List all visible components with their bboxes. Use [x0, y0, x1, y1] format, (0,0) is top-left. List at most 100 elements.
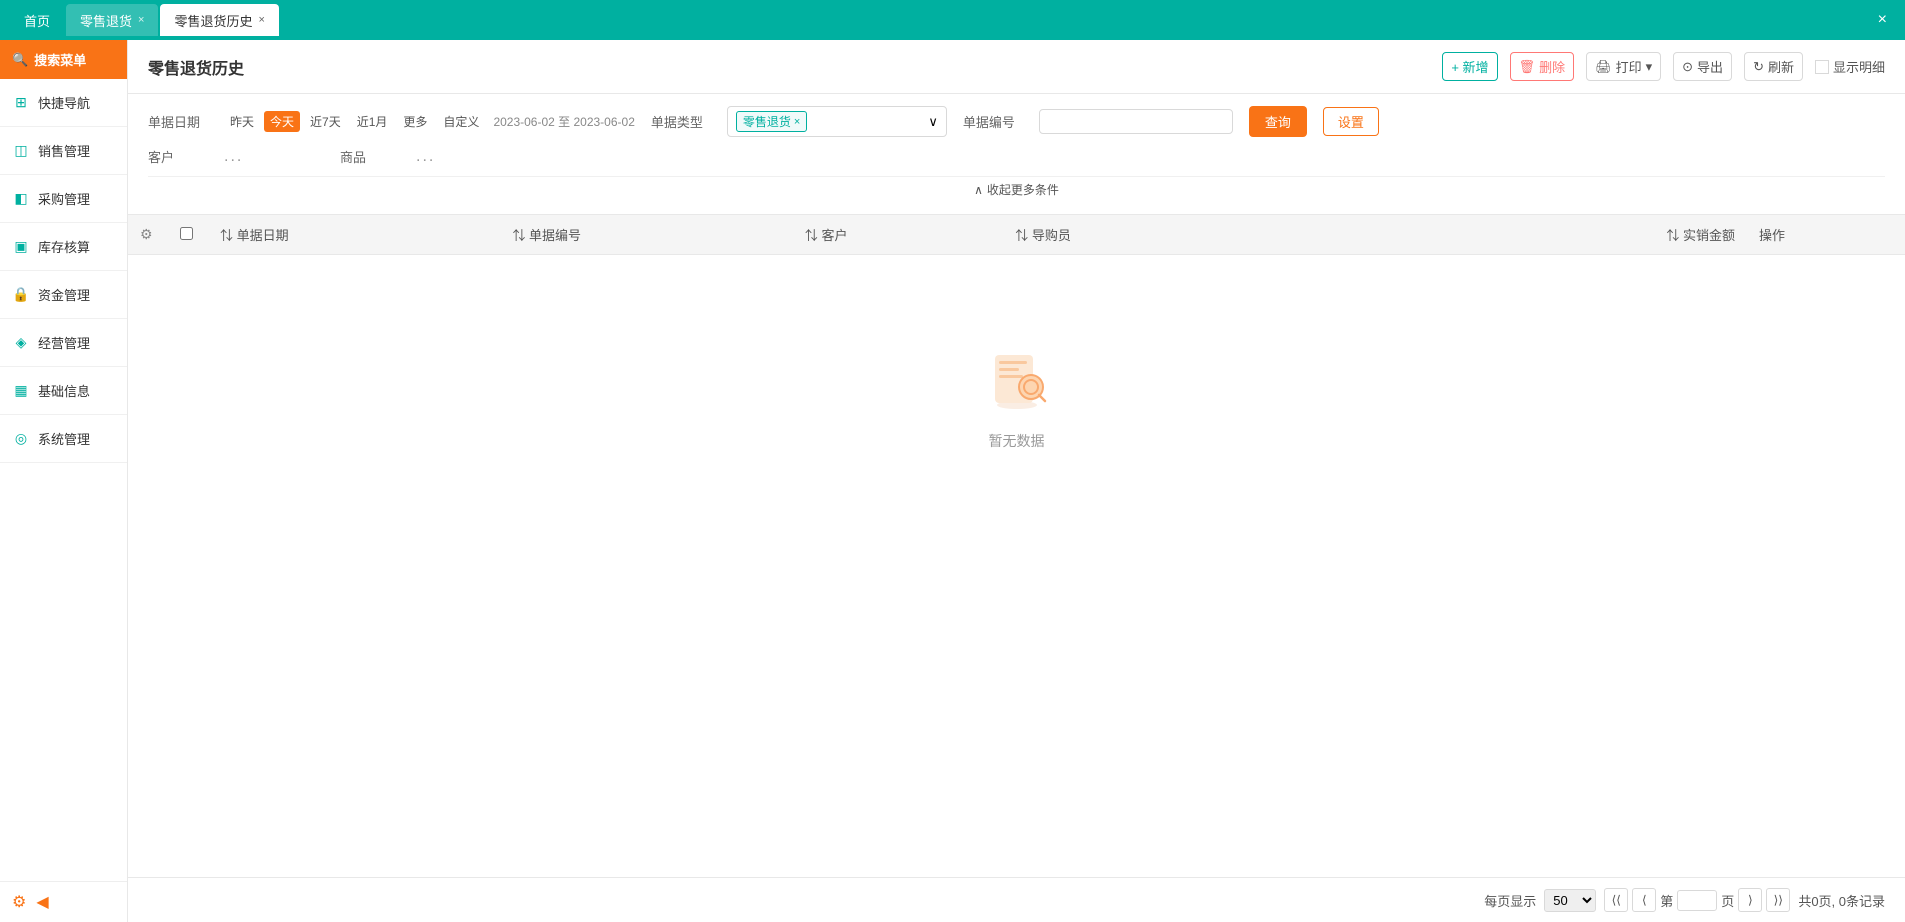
date-btn-yesterday[interactable]: 昨天 [224, 111, 260, 132]
top-bar: 首页 零售退货 × 零售退货历史 × × [0, 0, 1905, 40]
doc-num-input[interactable] [1039, 109, 1233, 134]
th-guide-label: ⇅ 导购员 [1015, 228, 1071, 243]
th-date-label: ⇅ 单据日期 [220, 228, 289, 243]
sidebar-item-basic-info-label: 基础信息 [38, 381, 90, 400]
sidebar-search[interactable]: 🔍 搜索菜单 [0, 40, 127, 79]
print-dropdown-icon: ▾ [1646, 59, 1653, 75]
tab-home-label: 首页 [24, 11, 50, 30]
sidebar-item-operations[interactable]: ◈ 经营管理 [0, 319, 127, 367]
per-page-select[interactable]: 50 10 20 100 [1544, 889, 1596, 912]
th-customer-label: ⇅ 客户 [805, 228, 848, 243]
total-info: 共0页, 0条记录 [1798, 891, 1885, 910]
sidebar-item-quick-nav[interactable]: ⊞ 快捷导航 [0, 79, 127, 127]
sidebar-item-purchase-mgmt-label: 采购管理 [38, 189, 90, 208]
prev-page-btn[interactable]: ⟨ [1632, 888, 1656, 912]
type-select[interactable]: 零售退货 × ∨ [727, 106, 947, 137]
print-button[interactable]: 🖨 打印 ▾ [1586, 52, 1661, 81]
print-icon: 🖨 [1595, 59, 1612, 75]
show-detail-toggle[interactable]: 显示明细 [1815, 57, 1885, 76]
new-button[interactable]: + 新增 [1442, 52, 1497, 81]
date-btn-7days[interactable]: 近7天 [304, 111, 347, 132]
tab-home[interactable]: 首页 [10, 4, 64, 36]
collapse-bar[interactable]: ∧ 收起更多条件 [148, 176, 1885, 202]
first-page-btn[interactable]: ⟨⟨ [1604, 888, 1628, 912]
export-button[interactable]: ⊙ 导出 [1673, 52, 1732, 81]
th-customer[interactable]: ⇅ 客户 [793, 215, 1003, 255]
tab-retail-return[interactable]: 零售退货 × [66, 4, 158, 36]
th-guide[interactable]: ⇅ 导购员 [1003, 215, 1254, 255]
delete-button[interactable]: 🗑 删除 [1510, 52, 1575, 81]
date-btn-1month[interactable]: 近1月 [351, 111, 394, 132]
refresh-button[interactable]: ↻ 刷新 [1744, 52, 1803, 81]
sidebar-item-system-mgmt[interactable]: ◎ 系统管理 [0, 415, 127, 463]
table-settings-btn[interactable]: ⚙ [140, 226, 153, 243]
search-icon: 🔍 [12, 52, 28, 68]
table-body: 暂无数据 [128, 255, 1905, 532]
tab-retail-return-history-label: 零售退货历史 [174, 11, 252, 30]
customer-input[interactable]: ... [224, 148, 324, 166]
show-detail-checkbox[interactable] [1815, 60, 1829, 74]
th-doc-num-label: ⇅ 单据编号 [512, 228, 581, 243]
th-action: 操作 [1747, 215, 1905, 255]
basic-info-icon: ▦ [12, 382, 30, 400]
table-area: ⚙ ⇅ 单据日期 ⇅ 单据编号 ⇅ 客户 [128, 215, 1905, 877]
th-date[interactable]: ⇅ 单据日期 [208, 215, 500, 255]
refresh-label: 刷新 [1768, 57, 1794, 76]
sidebar-search-label: 搜索菜单 [34, 50, 86, 69]
window-close-btn[interactable]: × [1870, 7, 1895, 33]
goods-filter-label: 商品 [340, 147, 400, 166]
sidebar-collapse-icon[interactable]: ◀ [36, 892, 48, 912]
th-doc-num[interactable]: ⇅ 单据编号 [500, 215, 792, 255]
pagination: 每页显示 50 10 20 100 ⟨⟨ ⟨ 第 1 页 ⟩ ⟩⟩ 共0页, 0… [128, 877, 1905, 922]
th-amount[interactable]: ⇅ 实销金额 [1455, 215, 1747, 255]
inventory-icon: ▣ [12, 238, 30, 256]
sidebar-item-purchase-mgmt[interactable]: ◧ 采购管理 [0, 175, 127, 223]
next-page-btn[interactable]: ⟩ [1738, 888, 1762, 912]
last-page-btn[interactable]: ⟩⟩ [1766, 888, 1790, 912]
tab-retail-return-history[interactable]: 零售退货历史 × [160, 4, 278, 36]
empty-icon [977, 335, 1057, 415]
doc-num-label: 单据编号 [963, 112, 1023, 131]
date-btn-more[interactable]: 更多 [397, 111, 433, 132]
type-tag-remove[interactable]: × [794, 116, 800, 128]
type-dropdown-icon: ∨ [928, 114, 938, 130]
setting-button[interactable]: 设置 [1323, 107, 1379, 136]
select-all-checkbox[interactable] [180, 227, 193, 240]
show-detail-label: 显示明细 [1833, 57, 1885, 76]
filter-row-2: 客户 ... 商品 ... [148, 147, 1885, 166]
operations-icon: ◈ [12, 334, 30, 352]
sidebar-gear-icon[interactable]: ⚙ [12, 892, 26, 912]
sidebar-item-inventory[interactable]: ▣ 库存核算 [0, 223, 127, 271]
tab-retail-return-history-close[interactable]: × [258, 14, 264, 26]
export-label: 导出 [1697, 57, 1723, 76]
quick-nav-icon: ⊞ [12, 94, 30, 112]
th-amount-label: ⇅ 实销金额 [1666, 228, 1735, 243]
query-button[interactable]: 查询 [1249, 106, 1307, 137]
sidebar-item-quick-nav-label: 快捷导航 [38, 93, 90, 112]
date-range-display: 2023-06-02 至 2023-06-02 [493, 113, 634, 130]
goods-input[interactable]: ... [416, 148, 516, 166]
date-buttons: 昨天 今天 近7天 近1月 更多 自定义 2023-06-02 至 2023-0… [224, 111, 635, 132]
tab-list: 首页 零售退货 × 零售退货历史 × [10, 4, 1870, 36]
table-header: ⚙ ⇅ 单据日期 ⇅ 单据编号 ⇅ 客户 [128, 215, 1905, 255]
data-table: ⚙ ⇅ 单据日期 ⇅ 单据编号 ⇅ 客户 [128, 215, 1905, 531]
th-settings: ⚙ [128, 215, 168, 255]
tab-retail-return-close[interactable]: × [138, 14, 144, 26]
empty-state: 暂无数据 [128, 255, 1905, 531]
page-input[interactable]: 1 [1677, 890, 1717, 911]
sidebar-bottom: ⚙ ◀ [0, 881, 127, 922]
date-btn-today[interactable]: 今天 [264, 111, 300, 132]
empty-text: 暂无数据 [989, 431, 1045, 451]
sales-mgmt-icon: ◫ [12, 142, 30, 160]
purchase-mgmt-icon: ◧ [12, 190, 30, 208]
page-title: 零售退货历史 [148, 55, 244, 79]
sidebar-item-basic-info[interactable]: ▦ 基础信息 [0, 367, 127, 415]
collapse-label: 收起更多条件 [987, 181, 1059, 198]
sidebar-item-finance[interactable]: 🔒 资金管理 [0, 271, 127, 319]
sidebar-item-system-mgmt-label: 系统管理 [38, 429, 90, 448]
delete-icon: 🗑 [1519, 59, 1536, 75]
per-page-label: 每页显示 [1484, 891, 1536, 910]
date-btn-custom[interactable]: 自定义 [437, 111, 485, 132]
sidebar-item-sales-mgmt[interactable]: ◫ 销售管理 [0, 127, 127, 175]
toolbar: + 新增 🗑 删除 🖨 打印 ▾ ⊙ 导出 ↻ 刷新 [1442, 52, 1885, 81]
